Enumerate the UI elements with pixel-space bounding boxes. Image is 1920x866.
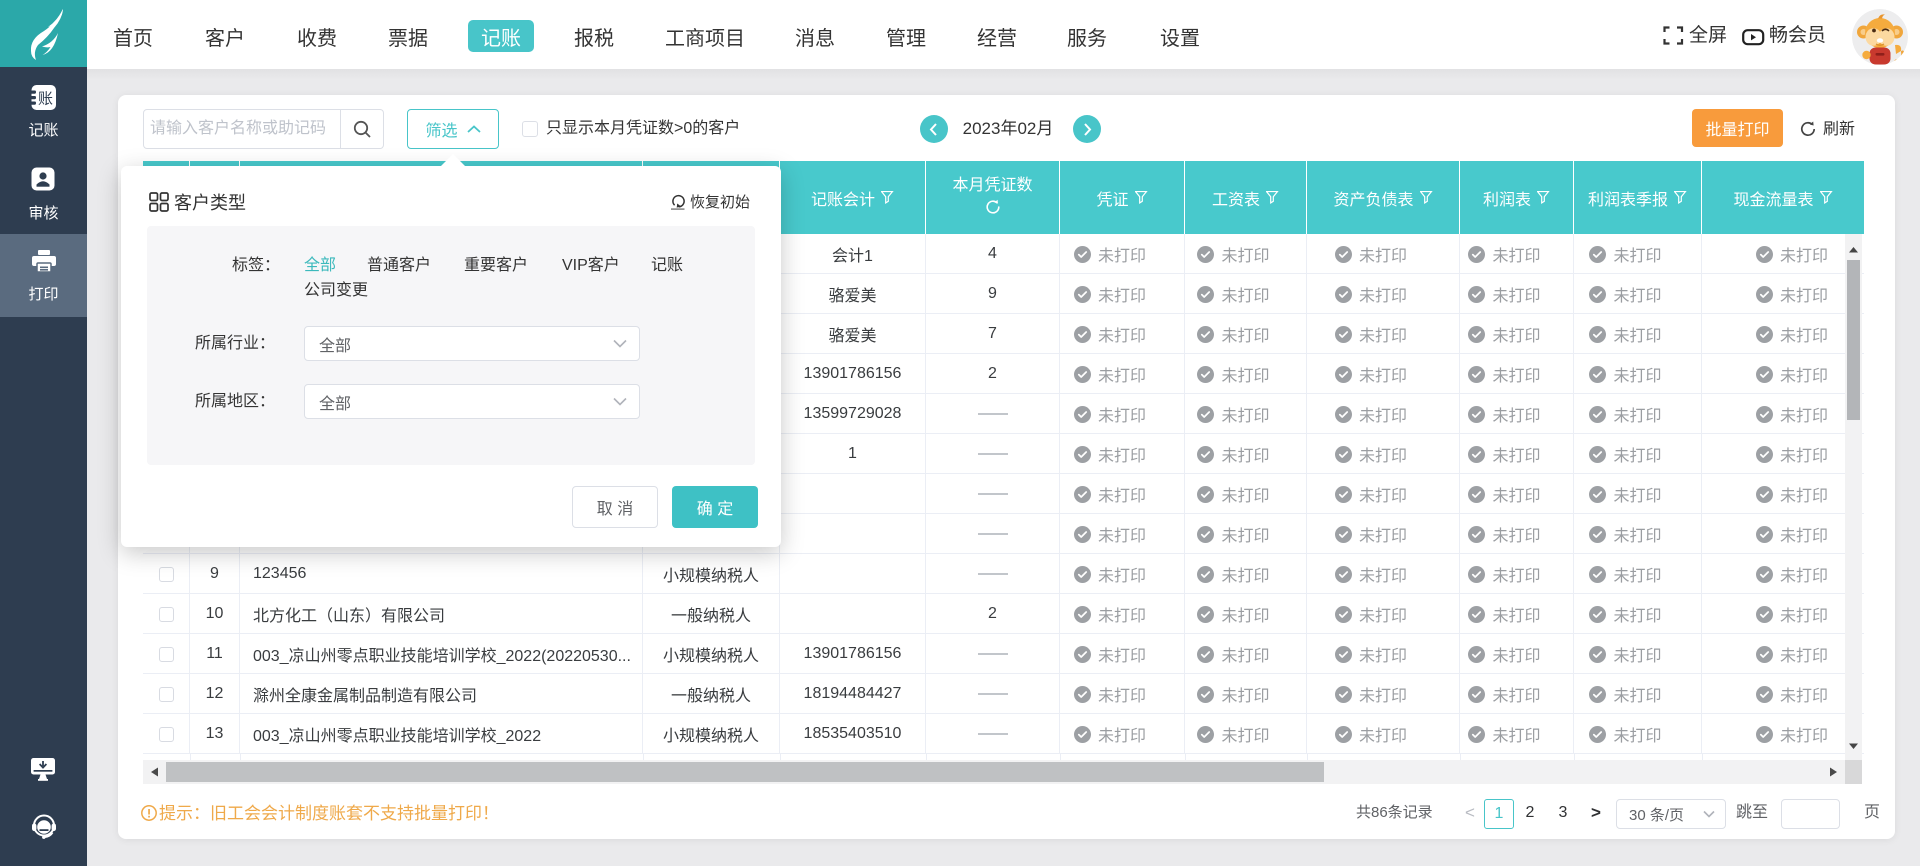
svg-text:账: 账 [38,91,53,108]
